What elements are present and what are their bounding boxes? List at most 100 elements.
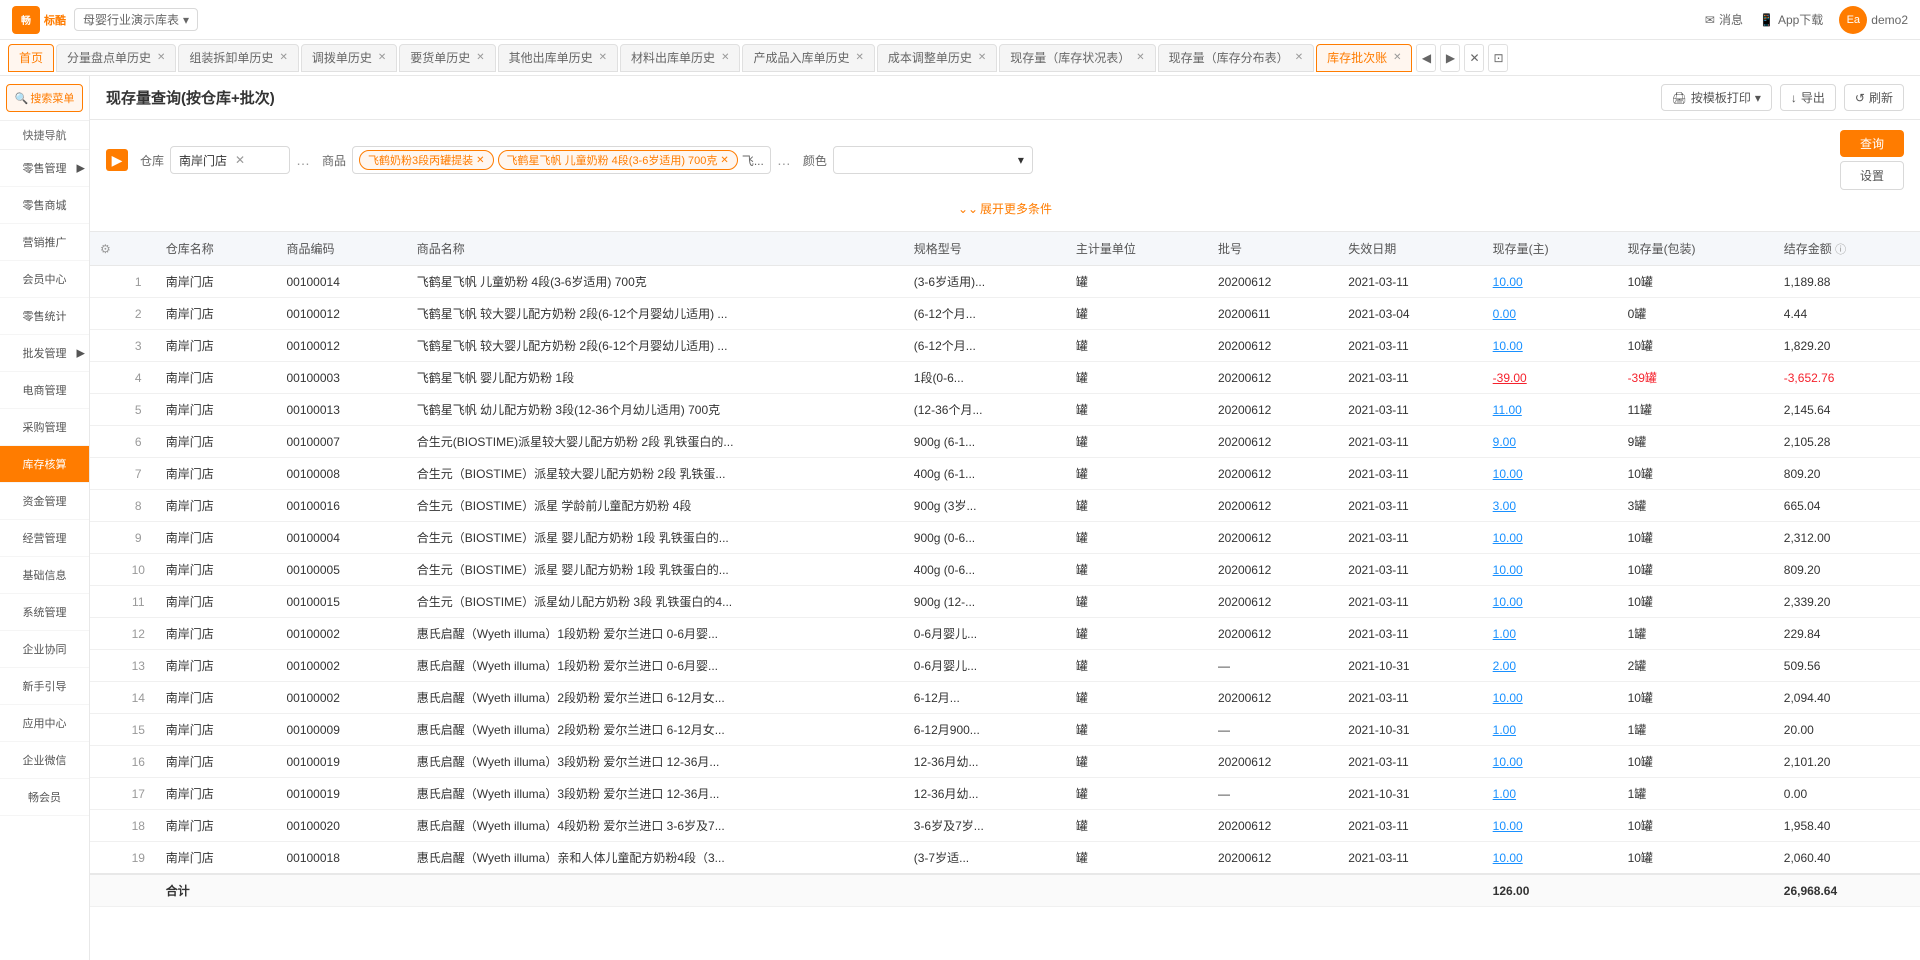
- sidebar-item-guide[interactable]: 新手引导: [0, 668, 89, 705]
- color-input[interactable]: ▾: [833, 146, 1033, 174]
- tab-close-cost_adjust[interactable]: ✕: [978, 52, 986, 63]
- warehouse-input[interactable]: 南岸门店 ✕: [170, 146, 290, 174]
- sidebar-item-basic[interactable]: 基础信息: [0, 557, 89, 594]
- cell-stock-main[interactable]: 10.00: [1483, 266, 1618, 298]
- cell-product-name: 合生元(BIOSTIME)派星较大婴儿配方奶粉 2段 乳铁蛋白的...: [407, 426, 904, 458]
- prev-tab-btn[interactable]: ◀: [1416, 44, 1436, 72]
- tab-close-mix[interactable]: ✕: [378, 52, 386, 63]
- sidebar-item-marketing[interactable]: 营销推广: [0, 224, 89, 261]
- sidebar-item-wechat[interactable]: 企业微信: [0, 742, 89, 779]
- cell-stock-main[interactable]: 10.00: [1483, 682, 1618, 714]
- close-icon[interactable]: ✕: [235, 153, 245, 167]
- product-input[interactable]: 飞鹤奶粉3段丙罐提装 ✕ 飞鹤星飞帆 儿童奶粉 4段(3-6岁适用) 700克 …: [352, 146, 771, 174]
- cell-stock-main[interactable]: 10.00: [1483, 842, 1618, 875]
- cell-stock-main[interactable]: 10.00: [1483, 554, 1618, 586]
- cell-stock-main[interactable]: 1.00: [1483, 714, 1618, 746]
- app-download-button[interactable]: 📱 App下载: [1759, 11, 1823, 28]
- tab-close-split[interactable]: ✕: [157, 52, 165, 63]
- expand-tab-btn[interactable]: ⊡: [1488, 44, 1508, 72]
- tab-material_out[interactable]: 材料出库单历史✕: [620, 44, 740, 72]
- sidebar-item-member[interactable]: 会员中心: [0, 261, 89, 298]
- page-actions: 🖨 按模板打印 ▾ ↓ 导出 ↺ 刷新: [1661, 84, 1904, 111]
- cell-stock-main[interactable]: 1.00: [1483, 778, 1618, 810]
- tab-stock_dist[interactable]: 现存量（库存分布表）✕: [1158, 44, 1314, 72]
- cell-stock-main[interactable]: 10.00: [1483, 522, 1618, 554]
- sidebar-item-operation[interactable]: 经营管理: [0, 520, 89, 557]
- sidebar-item-ecommerce[interactable]: 电商管理: [0, 372, 89, 409]
- tab-close-stock_dist[interactable]: ✕: [1295, 52, 1303, 63]
- cell-product-name: 合生元（BIOSTIME）派星较大婴儿配方奶粉 2段 乳铁蛋...: [407, 458, 904, 490]
- next-tab-btn[interactable]: ▶: [1440, 44, 1460, 72]
- product-tag-2[interactable]: 飞鹤星飞帆 儿童奶粉 4段(3-6岁适用) 700克 ✕: [498, 150, 738, 170]
- cell-closing-amount: 2,105.28: [1774, 426, 1920, 458]
- cell-stock-main[interactable]: 2.00: [1483, 650, 1618, 682]
- sidebar-item-retail_stat[interactable]: 零售统计: [0, 298, 89, 335]
- tab-disassemble[interactable]: 组装拆卸单历史✕: [178, 44, 298, 72]
- cell-stock-main[interactable]: 10.00: [1483, 746, 1618, 778]
- tab-home[interactable]: 首页: [8, 44, 54, 72]
- search-menu-button[interactable]: 🔍 搜索菜单: [6, 84, 83, 112]
- sidebar-menu: 零售管理▶零售商城营销推广会员中心零售统计批发管理▶电商管理采购管理库存核算资金…: [0, 150, 89, 816]
- close-tab-btn[interactable]: ✕: [1464, 44, 1484, 72]
- sidebar-item-finance[interactable]: 资金管理: [0, 483, 89, 520]
- tab-product_in[interactable]: 产成品入库单历史✕: [742, 44, 874, 72]
- sidebar-item-retail[interactable]: 零售管理▶: [0, 150, 89, 187]
- sidebar-item-enterprise[interactable]: 企业协同: [0, 631, 89, 668]
- sidebar-item-purchase[interactable]: 采购管理: [0, 409, 89, 446]
- cell-stock-main[interactable]: 3.00: [1483, 490, 1618, 522]
- tab-close-material_out[interactable]: ✕: [721, 52, 729, 63]
- product-tag-1-label: 飞鹤奶粉3段丙罐提装: [368, 152, 473, 168]
- export-button[interactable]: ↓ 导出: [1780, 84, 1836, 111]
- product-more-icon[interactable]: …: [777, 152, 791, 168]
- filter-toggle-arrow[interactable]: ▶: [106, 149, 128, 171]
- tab-close-demand[interactable]: ✕: [476, 52, 484, 63]
- tab-close-product_in[interactable]: ✕: [855, 52, 863, 63]
- cell-stock-main[interactable]: -39.00: [1483, 362, 1618, 394]
- tab-demand[interactable]: 要货单历史✕: [399, 44, 495, 72]
- quick-nav-button[interactable]: 快捷导航: [0, 121, 89, 150]
- table-body: 1 南岸门店 00100014 飞鹤星飞帆 儿童奶粉 4段(3-6岁适用) 70…: [90, 266, 1920, 875]
- template-print-button[interactable]: 🖨 按模板打印 ▾: [1661, 84, 1772, 111]
- product-filter: 商品 飞鹤奶粉3段丙罐提装 ✕ 飞鹤星飞帆 儿童奶粉 4段(3-6岁适用) 70…: [322, 146, 791, 174]
- cell-stock-main[interactable]: 10.00: [1483, 810, 1618, 842]
- cell-stock-main[interactable]: 11.00: [1483, 394, 1618, 426]
- product-tag-2-close[interactable]: ✕: [720, 155, 728, 166]
- sidebar-item-inventory[interactable]: 库存核算: [0, 446, 89, 483]
- tab-mix[interactable]: 调拨单历史✕: [301, 44, 397, 72]
- cell-stock-main[interactable]: 1.00: [1483, 618, 1618, 650]
- cell-stock-main[interactable]: 10.00: [1483, 458, 1618, 490]
- product-tag-1-close[interactable]: ✕: [476, 155, 484, 166]
- closing-amount-info-icon[interactable]: ⓘ: [1835, 244, 1846, 256]
- tab-other_out[interactable]: 其他出库单历史✕: [498, 44, 618, 72]
- sidebar-item-vip[interactable]: 畅会员: [0, 779, 89, 816]
- table-container: ⚙ 仓库名称 商品编码 商品名称 规格型号 主计量单位 批号 失效日期 现存量(…: [90, 232, 1920, 960]
- warehouse-more-icon[interactable]: …: [296, 152, 310, 168]
- refresh-button[interactable]: ↺ 刷新: [1844, 84, 1904, 111]
- cell-closing-amount: 229.84: [1774, 618, 1920, 650]
- cell-stock-main[interactable]: 10.00: [1483, 586, 1618, 618]
- tab-split[interactable]: 分量盘点单历史✕: [56, 44, 176, 72]
- query-button[interactable]: 查询: [1840, 130, 1904, 157]
- product-tag-1[interactable]: 飞鹤奶粉3段丙罐提装 ✕: [359, 150, 494, 170]
- cell-stock-main[interactable]: 9.00: [1483, 426, 1618, 458]
- setting-button[interactable]: 设置: [1840, 161, 1904, 190]
- org-selector[interactable]: 母婴行业演示库表 ▾: [74, 8, 198, 31]
- tab-close-stock_status[interactable]: ✕: [1136, 52, 1144, 63]
- sidebar-item-system[interactable]: 系统管理: [0, 594, 89, 631]
- tab-close-other_out[interactable]: ✕: [599, 52, 607, 63]
- sidebar-item-retail_mall[interactable]: 零售商城: [0, 187, 89, 224]
- messages-button[interactable]: ✉ 消息: [1705, 11, 1743, 28]
- tab-stock_status[interactable]: 现存量（库存状况表）✕: [999, 44, 1155, 72]
- user-area[interactable]: Ea demo2: [1839, 6, 1908, 34]
- tab-close-disassemble[interactable]: ✕: [279, 52, 287, 63]
- sidebar-item-wholesale[interactable]: 批发管理▶: [0, 335, 89, 372]
- cell-stock-main[interactable]: 10.00: [1483, 330, 1618, 362]
- column-settings-icon[interactable]: ⚙: [100, 242, 111, 256]
- expand-filter-button[interactable]: ⌄⌄ 展开更多条件: [950, 196, 1060, 221]
- tab-stock_batch[interactable]: 库存批次账✕: [1316, 44, 1412, 72]
- refresh-icon: ↺: [1855, 91, 1865, 105]
- tab-cost_adjust[interactable]: 成本调整单历史✕: [877, 44, 997, 72]
- cell-stock-main[interactable]: 0.00: [1483, 298, 1618, 330]
- sidebar-item-app_center[interactable]: 应用中心: [0, 705, 89, 742]
- tab-close-stock_batch[interactable]: ✕: [1393, 52, 1401, 63]
